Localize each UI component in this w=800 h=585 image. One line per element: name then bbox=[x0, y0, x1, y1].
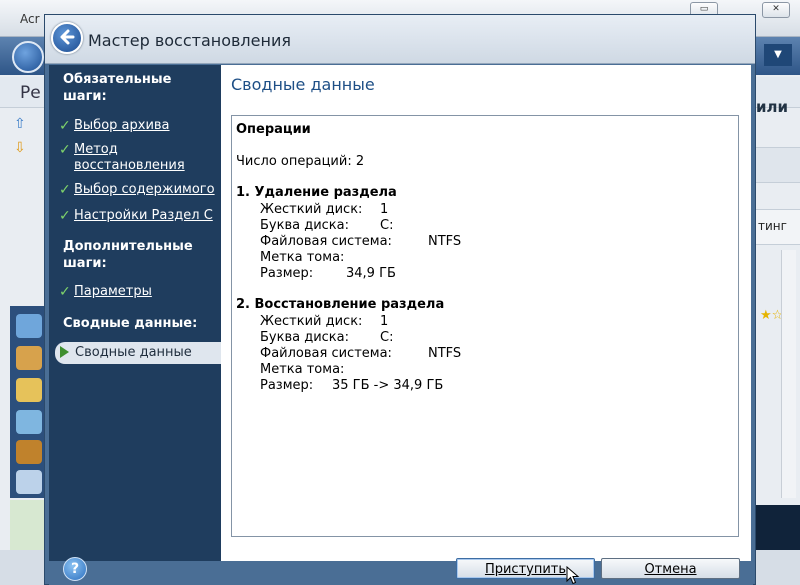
field-label: Метка тома: bbox=[260, 250, 345, 265]
required-steps-heading: Обязательные шаги: bbox=[63, 72, 172, 104]
field-value: 34,9 ГБ bbox=[346, 266, 396, 281]
mouse-cursor-icon bbox=[566, 566, 580, 585]
wizard-title-bar: Мастер восстановления bbox=[45, 15, 755, 64]
background-dark-panel bbox=[754, 505, 800, 550]
optional-steps-heading: Дополнительные шаги: bbox=[63, 239, 193, 271]
field-value: 35 ГБ -> 34,9 ГБ bbox=[332, 378, 444, 393]
background-dropdown-icon[interactable]: ▼ bbox=[764, 44, 792, 66]
field-value: C: bbox=[380, 218, 394, 233]
background-left-header: Ре bbox=[20, 83, 41, 103]
step-label: Выбор архива bbox=[74, 118, 170, 133]
schedule-icon[interactable] bbox=[16, 378, 42, 402]
field-label: Жесткий диск: bbox=[260, 202, 363, 217]
wizard-steps-sidebar: Обязательные шаги: ✓ Выбор архива ✓ Мето… bbox=[49, 65, 221, 561]
checkmark-icon: ✓ bbox=[59, 142, 71, 158]
step-label: Метод восстановления bbox=[74, 142, 185, 173]
proceed-button-label: Приступить bbox=[484, 562, 567, 577]
operations-count: Число операций: 2 bbox=[236, 154, 365, 169]
back-arrow-glyph bbox=[60, 29, 75, 45]
field-value: 1 bbox=[380, 314, 389, 329]
operation-title: 2. Восстановление раздела bbox=[236, 297, 445, 312]
checkmark-icon: ✓ bbox=[59, 118, 71, 134]
toolbox-icon[interactable] bbox=[16, 440, 42, 464]
page-heading: Сводные данные bbox=[231, 75, 375, 94]
computer-icon[interactable] bbox=[16, 410, 42, 434]
field-value: NTFS bbox=[428, 234, 462, 249]
checkmark-icon: ✓ bbox=[59, 208, 71, 224]
operations-title: Операции bbox=[236, 122, 311, 137]
help-icon[interactable]: ? bbox=[63, 557, 87, 581]
step-options[interactable]: ✓ Параметры bbox=[59, 284, 217, 300]
summary-heading: Сводные данные: bbox=[63, 316, 198, 331]
field-label: Размер: bbox=[260, 266, 314, 281]
background-right-header: или bbox=[756, 98, 789, 116]
field-value: NTFS bbox=[428, 346, 462, 361]
field-label: Жесткий диск: bbox=[260, 314, 363, 329]
step-label: Выбор содержимого bbox=[74, 182, 215, 197]
background-app-title: Acr bbox=[20, 12, 40, 26]
step-content-selection[interactable]: ✓ Выбор содержимого bbox=[59, 182, 217, 198]
cancel-button-label: Отмена bbox=[644, 562, 697, 577]
field-label: Буква диска: bbox=[260, 330, 350, 345]
step-recovery-method[interactable]: ✓ Метод восстановления bbox=[59, 142, 217, 174]
background-back-icon[interactable] bbox=[12, 41, 44, 73]
step-label: Параметры bbox=[74, 284, 152, 299]
step-label: Настройки Раздел C bbox=[74, 208, 213, 223]
field-label: Размер: bbox=[260, 378, 314, 393]
current-step-arrow-icon bbox=[60, 346, 69, 358]
background-right-strip bbox=[754, 147, 800, 183]
background-down-icon: ⇩ bbox=[14, 140, 26, 156]
back-arrow-icon[interactable] bbox=[51, 22, 83, 54]
field-label: Метка тома: bbox=[260, 362, 345, 377]
step-label: Сводные данные bbox=[75, 345, 192, 360]
field-value: 1 bbox=[380, 202, 389, 217]
cancel-button[interactable]: Отмена bbox=[601, 558, 740, 579]
search-icon[interactable] bbox=[16, 470, 42, 494]
field-label: Файловая система: bbox=[260, 234, 392, 249]
checkmark-icon: ✓ bbox=[59, 284, 71, 300]
step-partition-settings[interactable]: ✓ Настройки Раздел C bbox=[59, 208, 217, 224]
wizard-title: Мастер восстановления bbox=[88, 31, 291, 50]
step-summary-active[interactable]: Сводные данные bbox=[55, 342, 221, 364]
field-value: C: bbox=[380, 330, 394, 345]
field-label: Файловая система: bbox=[260, 346, 392, 361]
operations-summary-panel[interactable]: Операции Число операций: 2 1. Удаление р… bbox=[231, 115, 739, 537]
background-right-tab-label: тинг bbox=[758, 219, 787, 233]
background-up-icon: ⇧ bbox=[14, 116, 26, 132]
backup-icon[interactable] bbox=[16, 314, 42, 338]
checkmark-icon: ✓ bbox=[59, 182, 71, 198]
recovery-wizard-dialog: Мастер восстановления Обязательные шаги:… bbox=[44, 14, 756, 585]
rating-stars-icon: ★☆ bbox=[760, 308, 784, 323]
step-archive-selection[interactable]: ✓ Выбор архива bbox=[59, 118, 217, 134]
operation-title: 1. Удаление раздела bbox=[236, 185, 397, 200]
wizard-content-area: Сводные данные Операции Число операций: … bbox=[221, 65, 751, 561]
close-icon[interactable]: ✕ bbox=[762, 2, 790, 18]
field-label: Буква диска: bbox=[260, 218, 350, 233]
background-scrollbar[interactable] bbox=[781, 250, 796, 498]
recovery-icon[interactable] bbox=[16, 346, 42, 370]
